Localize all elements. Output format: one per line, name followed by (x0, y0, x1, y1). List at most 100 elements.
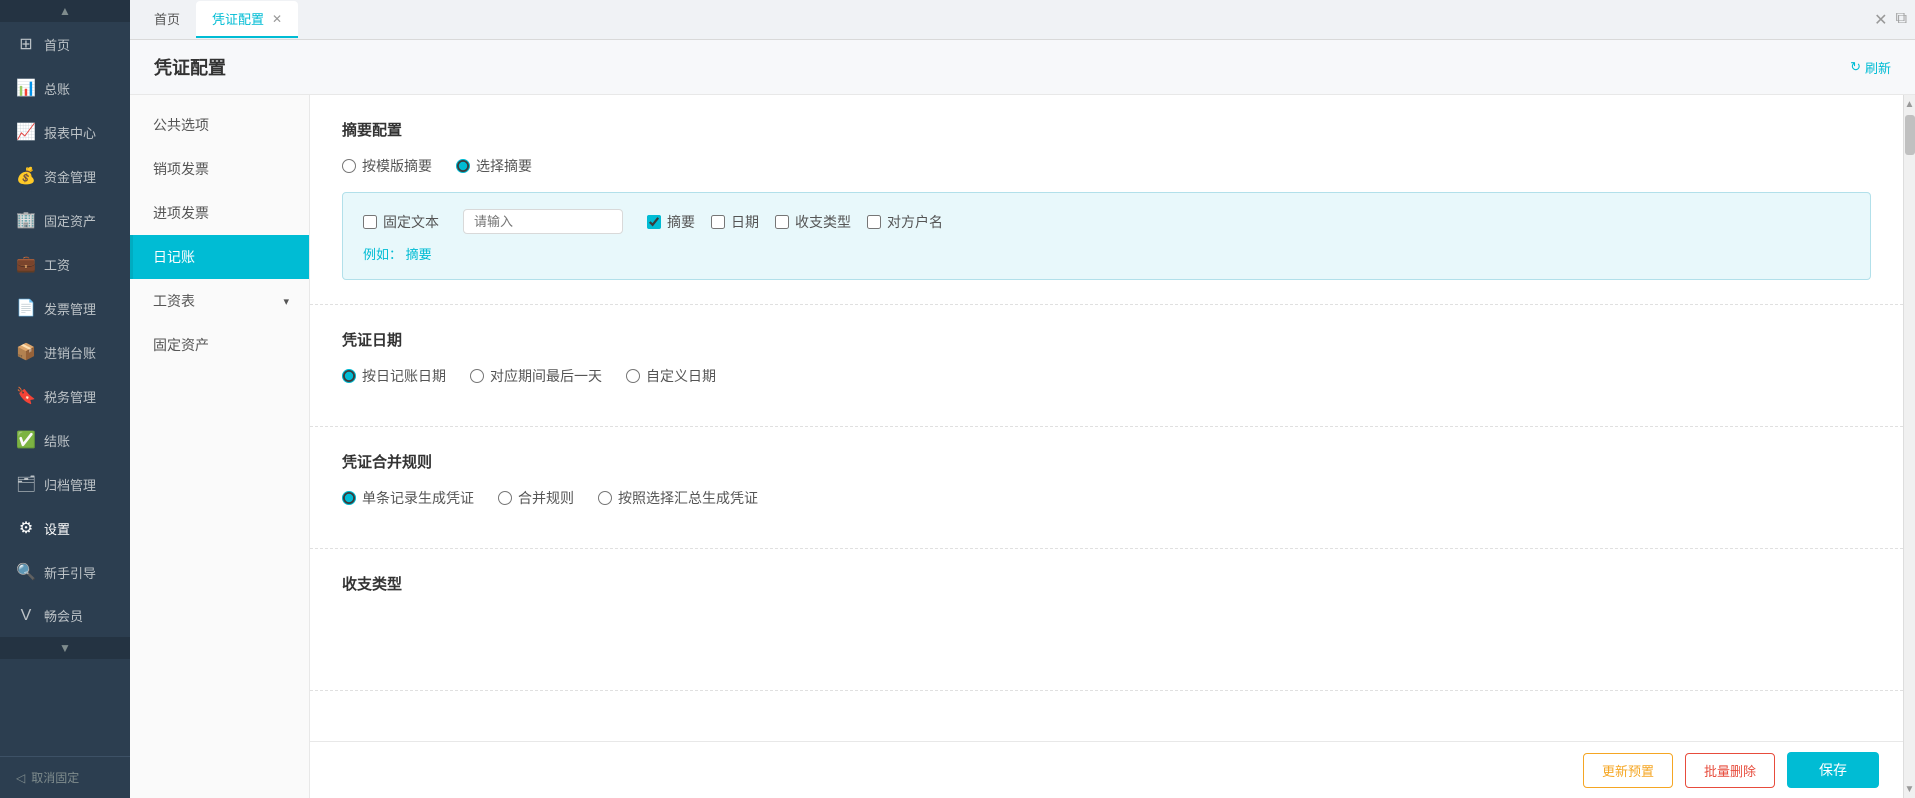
merge-rules-radio[interactable]: 合并规则 (498, 488, 574, 508)
sidebar-item-member[interactable]: V 畅会员 (0, 594, 130, 637)
sidebar-item-label: 首页 (44, 35, 70, 54)
select-merge-input[interactable] (598, 491, 612, 505)
sidebar-item-archive[interactable]: 🗂 归档管理 (0, 462, 130, 506)
sidebar-item-guide[interactable]: 🔍 新手引导 (0, 550, 130, 594)
sidebar-item-label: 工资 (44, 255, 70, 274)
nav-item-fixed-assets[interactable]: 固定资产 (130, 323, 309, 367)
sidebar-item-salary[interactable]: 💼 工资 (0, 242, 130, 286)
scroll-up-arrow[interactable]: ▲ (1904, 95, 1915, 113)
nav-item-purchase-invoice[interactable]: 进项发票 (130, 191, 309, 235)
last-day-input[interactable] (470, 369, 484, 383)
template-summary-input[interactable] (342, 159, 356, 173)
voucher-date-title: 凭证日期 (342, 329, 1871, 350)
by-journal-date-label: 按日记账日期 (362, 366, 446, 386)
last-day-radio[interactable]: 对应期间最后一天 (470, 366, 602, 386)
merge-rules-input[interactable] (498, 491, 512, 505)
unpin-button[interactable]: ◁ 取消固定 (0, 756, 130, 798)
right-content: 摘要配置 按模版摘要 选择摘要 (310, 95, 1903, 798)
sidebar-scroll-up[interactable]: ▲ (0, 0, 130, 22)
sidebar-item-label: 固定资产 (44, 211, 96, 230)
batch-delete-button[interactable]: 批量删除 (1685, 753, 1775, 788)
sidebar-item-label: 新手引导 (44, 563, 96, 582)
by-journal-date-input[interactable] (342, 369, 356, 383)
nav-item-label: 固定资产 (153, 335, 209, 355)
sidebar-item-settings[interactable]: ⚙ 设置 (0, 506, 130, 550)
sidebar-item-label: 归档管理 (44, 475, 96, 494)
sidebar-item-invoice-mgmt[interactable]: 📄 发票管理 (0, 286, 130, 330)
funds-icon: 💰 (16, 166, 36, 186)
settings-icon: ⚙ (16, 518, 36, 538)
income-type-checkbox[interactable]: 收支类型 (775, 212, 851, 232)
income-type-section: 收支类型 (310, 549, 1903, 691)
custom-date-radio[interactable]: 自定义日期 (626, 366, 716, 386)
scroll-thumb[interactable] (1905, 115, 1915, 155)
save-button[interactable]: 保存 (1787, 752, 1879, 788)
custom-date-input[interactable] (626, 369, 640, 383)
scroll-down-arrow[interactable]: ▼ (1904, 780, 1915, 798)
sidebar-item-label: 结账 (44, 431, 70, 450)
date-checkbox[interactable]: 日期 (711, 212, 759, 232)
sidebar-item-home[interactable]: ⊞ 首页 (0, 22, 130, 66)
select-summary-input[interactable] (456, 159, 470, 173)
sidebar-item-label: 设置 (44, 519, 70, 538)
tab-voucher-config[interactable]: 凭证配置 ✕ (196, 1, 298, 38)
sidebar-item-reports[interactable]: 📈 报表中心 (0, 110, 130, 154)
by-journal-date-radio[interactable]: 按日记账日期 (342, 366, 446, 386)
single-record-radio[interactable]: 单条记录生成凭证 (342, 488, 474, 508)
income-type-title: 收支类型 (342, 573, 1871, 594)
purchase-sales-icon: 📦 (16, 342, 36, 362)
sidebar-item-closing[interactable]: ✅ 结账 (0, 418, 130, 462)
sidebar-item-label: 税务管理 (44, 387, 96, 406)
sidebar-item-label: 畅会员 (44, 606, 83, 625)
closing-icon: ✅ (16, 430, 36, 450)
summary-input[interactable] (647, 215, 661, 229)
summary-checkbox-group: 固定文本 摘要 日期 (363, 209, 1850, 234)
counterparty-checkbox[interactable]: 对方户名 (867, 212, 943, 232)
select-merge-radio[interactable]: 按照选择汇总生成凭证 (598, 488, 758, 508)
fixed-text-input[interactable] (363, 215, 377, 229)
single-record-input[interactable] (342, 491, 356, 505)
sidebar-item-label: 报表中心 (44, 123, 96, 142)
select-merge-label: 按照选择汇总生成凭证 (618, 488, 758, 508)
fixed-assets-icon: 🏢 (16, 210, 36, 230)
summary-checkbox[interactable]: 摘要 (647, 212, 695, 232)
sidebar-item-funds[interactable]: 💰 资金管理 (0, 154, 130, 198)
date-input[interactable] (711, 215, 725, 229)
template-summary-label: 按模版摘要 (362, 156, 432, 176)
fixed-text-checkbox[interactable]: 固定文本 (363, 212, 439, 232)
counterparty-input[interactable] (867, 215, 881, 229)
fixed-text-field[interactable] (463, 209, 623, 234)
nav-item-journal[interactable]: 日记账 (130, 235, 309, 279)
home-icon: ⊞ (16, 34, 36, 54)
pin-icon: ◁ (16, 771, 25, 785)
fixed-text-label: 固定文本 (383, 212, 439, 232)
sidebar-item-label: 总账 (44, 79, 70, 98)
refresh-icon: ↻ (1850, 59, 1861, 75)
income-type-input[interactable] (775, 215, 789, 229)
select-summary-radio[interactable]: 选择摘要 (456, 156, 532, 176)
restore-window-icon[interactable]: ⧉ (1896, 10, 1907, 30)
sidebar-item-tax[interactable]: 🔖 税务管理 (0, 374, 130, 418)
tab-home-label: 首页 (154, 9, 180, 28)
sidebar-item-general-ledger[interactable]: 📊 总账 (0, 66, 130, 110)
nav-item-payroll[interactable]: 工资表 ▾ (130, 279, 309, 323)
refresh-button[interactable]: ↻ 刷新 (1850, 58, 1891, 77)
summary-label: 摘要 (667, 212, 695, 232)
invoice-icon: 📄 (16, 298, 36, 318)
tab-voucher-config-label: 凭证配置 (212, 9, 264, 28)
sidebar-item-purchase-sales[interactable]: 📦 进销台账 (0, 330, 130, 374)
update-preset-button[interactable]: 更新预置 (1583, 753, 1673, 788)
summary-config-section: 摘要配置 按模版摘要 选择摘要 (310, 95, 1903, 305)
sidebar-scroll-down[interactable]: ▼ (0, 637, 130, 659)
voucher-date-section: 凭证日期 按日记账日期 对应期间最后一天 自定义日期 (310, 305, 1903, 427)
nav-item-sales-invoice[interactable]: 销项发票 (130, 147, 309, 191)
tab-home[interactable]: 首页 (138, 1, 196, 38)
sidebar-item-label: 资金管理 (44, 167, 96, 186)
full-layout: 凭证配置 ↻ 刷新 公共选项 销项发票 进项发票 日记账 (130, 40, 1915, 798)
close-window-icon[interactable]: ✕ (1874, 10, 1887, 30)
left-nav: 公共选项 销项发票 进项发票 日记账 工资表 ▾ 固定资产 (130, 95, 310, 798)
nav-item-public-options[interactable]: 公共选项 (130, 103, 309, 147)
close-tab-icon[interactable]: ✕ (272, 12, 282, 26)
template-summary-radio[interactable]: 按模版摘要 (342, 156, 432, 176)
sidebar-item-fixed-assets[interactable]: 🏢 固定资产 (0, 198, 130, 242)
